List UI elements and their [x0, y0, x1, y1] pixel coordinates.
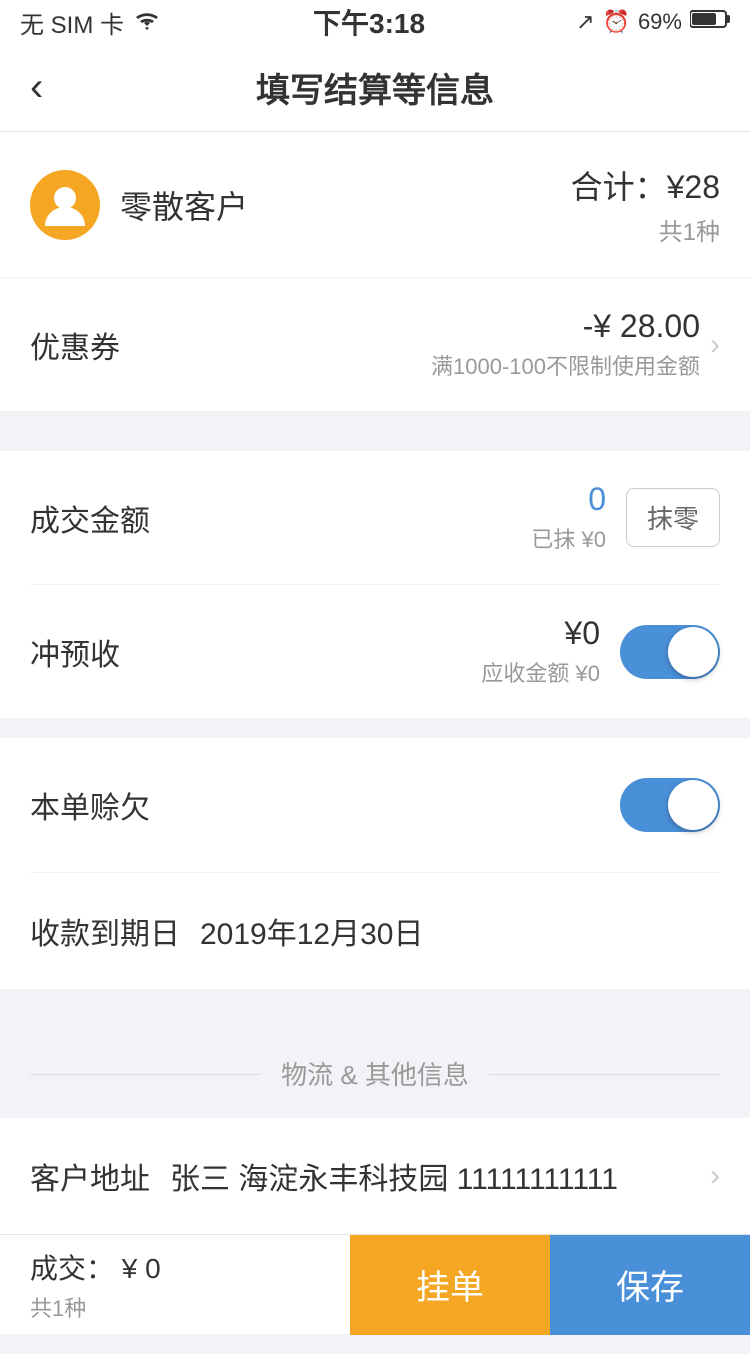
- bottom-bar: 成交： ¥ 0 共1种 挂单 保存: [0, 1234, 750, 1334]
- debt-toggle[interactable]: [620, 778, 720, 832]
- nav-title: 填写结算等信息: [256, 63, 494, 112]
- battery-text: 69%: [638, 9, 682, 35]
- deal-value: 0: [531, 481, 606, 518]
- status-right: ↗ ⏰ 69%: [576, 9, 730, 35]
- save-button[interactable]: 保存: [550, 1235, 750, 1335]
- nav-bar: ‹ 填写结算等信息: [0, 44, 750, 132]
- debt-section: 本单赊欠 收款到期日 2019年12月30日: [0, 738, 750, 989]
- bottom-info: 成交： ¥ 0 共1种: [0, 1247, 350, 1323]
- address-section: 客户地址 张三 海淀永丰科技园 11111111111 ›: [0, 1118, 750, 1234]
- address-chevron-icon: ›: [710, 1159, 720, 1193]
- prepay-label: 冲预收: [30, 630, 120, 674]
- prepay-amount: ¥0: [481, 615, 600, 652]
- battery-icon: [690, 9, 730, 35]
- prepay-right: ¥0 应收金额 ¥0: [481, 615, 720, 688]
- logistics-label: 物流 & 其他信息: [261, 1055, 489, 1092]
- no-sim-text: 无 SIM 卡: [20, 5, 124, 40]
- wifi-icon: [132, 8, 162, 37]
- toggle-knob: [668, 627, 718, 677]
- deal-sub: 已抹 ¥0: [531, 522, 606, 554]
- address-value: 张三 海淀永丰科技园 11111111111: [170, 1154, 710, 1198]
- round-button[interactable]: 抹零: [626, 488, 720, 547]
- section-divider-3: [0, 1009, 750, 1029]
- due-date-label: 收款到期日: [30, 909, 180, 953]
- customer-row: 零散客户 合计：¥28 共1种: [0, 132, 750, 277]
- coupon-right: -¥ 28.00 满1000-100不限制使用金额 ›: [431, 308, 720, 381]
- coupon-chevron-icon: ›: [710, 328, 720, 362]
- due-date-row: 收款到期日 2019年12月30日: [30, 873, 720, 989]
- deal-amount-row: 成交金额 0 已抹 ¥0 抹零: [30, 451, 720, 585]
- deal-section: 成交金额 0 已抹 ¥0 抹零 冲预收 ¥0 应收金额 ¥0: [0, 451, 750, 718]
- address-label: 客户地址: [30, 1154, 150, 1198]
- total-count: 共1种: [571, 212, 720, 247]
- deal-amount-right: 0 已抹 ¥0 抹零: [531, 481, 720, 554]
- coupon-label: 优惠券: [30, 323, 120, 367]
- bottom-deal-text: 成交： ¥ 0: [30, 1247, 320, 1287]
- prepay-toggle[interactable]: [620, 625, 720, 679]
- customer-right: 合计：¥28 共1种: [571, 162, 720, 247]
- section-divider-2: [0, 718, 750, 738]
- coupon-right-content: -¥ 28.00 满1000-100不限制使用金额: [431, 308, 700, 381]
- address-row[interactable]: 客户地址 张三 海淀永丰科技园 11111111111 ›: [30, 1118, 720, 1234]
- section-divider-1: [0, 431, 750, 451]
- customer-name: 零散客户: [120, 182, 248, 228]
- coupon-desc: 满1000-100不限制使用金额: [431, 349, 700, 381]
- debt-row: 本单赊欠: [30, 738, 720, 873]
- due-date-value: 2019年12月30日: [200, 909, 423, 953]
- prepay-values: ¥0 应收金额 ¥0: [481, 615, 600, 688]
- debt-label: 本单赊欠: [30, 783, 150, 827]
- deal-value-wrap: 0 已抹 ¥0: [531, 481, 606, 554]
- coupon-row[interactable]: 优惠券 -¥ 28.00 满1000-100不限制使用金额 ›: [0, 277, 750, 411]
- total-amount: 合计：¥28: [571, 162, 720, 208]
- alarm-icon: ⏰: [603, 9, 630, 35]
- deal-amount-label: 成交金额: [30, 496, 150, 540]
- avatar: [30, 170, 100, 240]
- hold-button[interactable]: 挂单: [350, 1235, 550, 1335]
- bottom-count: 共1种: [30, 1291, 320, 1323]
- logistics-section: 物流 & 其他信息: [0, 1029, 750, 1118]
- customer-left: 零散客户: [30, 170, 248, 240]
- back-button[interactable]: ‹: [30, 65, 43, 110]
- bottom-deal-label: 成交：: [30, 1253, 114, 1284]
- status-time: 下午3:18: [313, 2, 425, 42]
- prepay-row: 冲预收 ¥0 应收金额 ¥0: [30, 585, 720, 718]
- status-left: 无 SIM 卡: [20, 5, 162, 40]
- status-bar: 无 SIM 卡 下午3:18 ↗ ⏰ 69%: [0, 0, 750, 44]
- coupon-amount: -¥ 28.00: [431, 308, 700, 345]
- customer-section: 零散客户 合计：¥28 共1种 优惠券 -¥ 28.00 满1000-100不限…: [0, 132, 750, 411]
- bottom-deal-value: ¥ 0: [122, 1253, 161, 1284]
- prepay-sub: 应收金额 ¥0: [481, 656, 600, 688]
- location-icon: ↗: [576, 9, 594, 35]
- debt-toggle-knob: [668, 780, 718, 830]
